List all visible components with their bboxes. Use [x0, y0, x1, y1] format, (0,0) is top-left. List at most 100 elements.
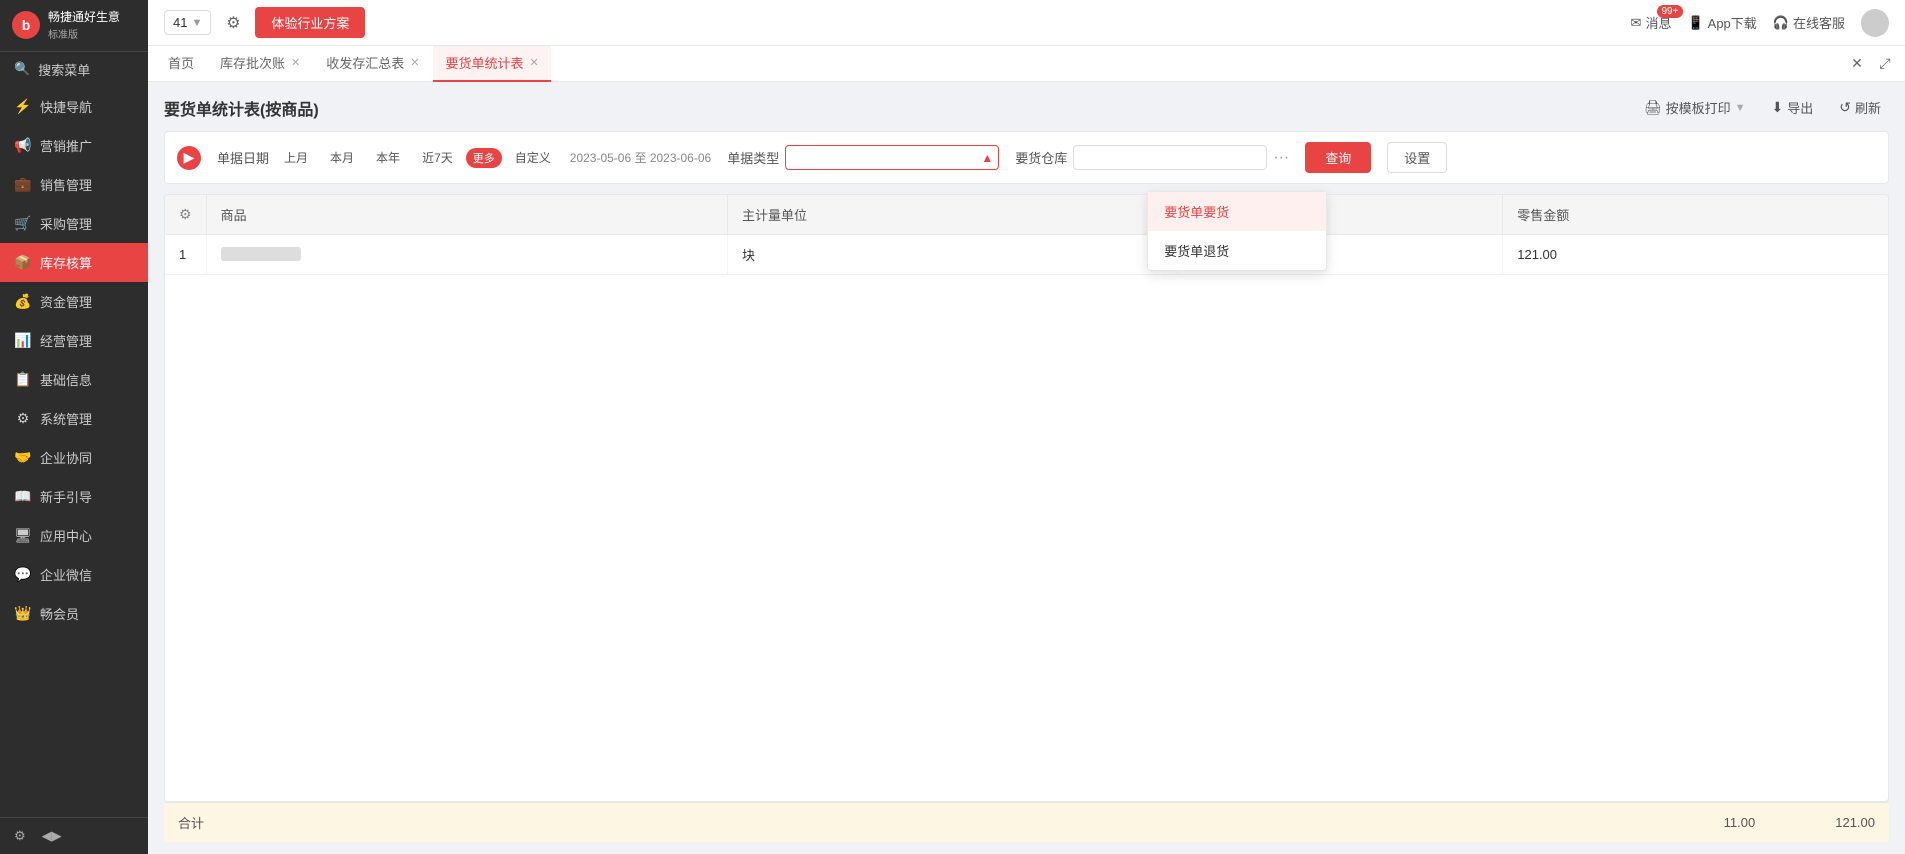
sidebar-item-marketing[interactable]: 📢 营销推广 [0, 126, 148, 165]
type-filter-input[interactable] [785, 145, 999, 170]
print-button[interactable]: 🖨 按模板打印 ▼ [1636, 94, 1754, 121]
print-chevron-icon: ▼ [1735, 102, 1746, 114]
col-unit: 主计量单位 [728, 195, 1178, 235]
sidebar-bottom[interactable]: ⚙ ◀▶ [0, 817, 148, 854]
logo-icon: b [12, 11, 40, 39]
tab-close-all-button[interactable]: ✕ [1845, 52, 1869, 76]
warehouse-filter-group: 要货仓库 ··· [1015, 145, 1289, 170]
sidebar-logo: b 畅捷通好生意 标准版 [0, 0, 148, 52]
export-label: 导出 [1787, 98, 1813, 117]
type-filter-chevron-icon[interactable]: ▲ [981, 151, 993, 165]
sidebar-item-label: 销售管理 [40, 175, 92, 194]
sidebar-item-appstore[interactable]: 🖥 应用中心 [0, 516, 148, 555]
sales-icon: 💼 [14, 176, 32, 193]
header-right: ✉ 消息 99+ 📱 App下载 🎧 在线客服 [1631, 9, 1889, 37]
row-unit: 块 [728, 235, 1178, 275]
company-selector-value: 41 [173, 15, 187, 30]
sidebar-item-label: 系统管理 [40, 409, 92, 428]
print-icon: 🖨 [1644, 99, 1662, 116]
tab-order-stats-close[interactable]: ✕ [530, 56, 539, 69]
inventory-icon: 📦 [14, 254, 32, 271]
table-header-row: ⚙ 商品 主计量单位 主数量 零售金额 [165, 195, 1888, 235]
dropdown-item-requisition[interactable]: 要货单要货 [1148, 192, 1326, 231]
warehouse-filter-label: 要货仓库 [1015, 148, 1067, 167]
main-content: 41 ▼ ⚙ 体验行业方案 ✉ 消息 99+ 📱 App下载 🎧 在线客服 [148, 0, 1905, 854]
phone-icon: 📱 [1687, 15, 1703, 31]
tab-inventory-batch[interactable]: 库存批次账 ✕ [208, 46, 312, 82]
sidebar-item-label: 采购管理 [40, 214, 92, 233]
sidebar-item-basic-info[interactable]: 📋 基础信息 [0, 360, 148, 399]
app-download-button[interactable]: 📱 App下载 [1687, 13, 1756, 32]
tab-expand-button[interactable]: ⤢ [1873, 52, 1897, 76]
sidebar-item-shortcuts[interactable]: ⚡ 快捷导航 [0, 87, 148, 126]
settings-button[interactable]: 设置 [1387, 142, 1447, 173]
footer-amount-value: 121.00 [1835, 815, 1875, 830]
enterprise-icon: 🤝 [14, 449, 32, 466]
warehouse-more-icon[interactable]: ··· [1273, 149, 1289, 167]
col-amount: 零售金额 [1503, 195, 1888, 235]
refresh-button[interactable]: ↺ 刷新 [1831, 94, 1889, 121]
chevron-down-icon: ▼ [191, 17, 202, 29]
warehouse-filter-input[interactable] [1073, 145, 1267, 170]
collapse-icon[interactable]: ◀▶ [42, 828, 62, 844]
sidebar-item-operations[interactable]: 📊 经营管理 [0, 321, 148, 360]
tab-receipt-summary[interactable]: 收发存汇总表 ✕ [314, 46, 431, 82]
sidebar-item-label: 应用中心 [40, 526, 92, 545]
sidebar-item-search[interactable]: 🔍 搜索菜单 [0, 52, 148, 87]
tab-home[interactable]: 首页 [156, 46, 206, 82]
sidebar-item-label: 库存核算 [40, 253, 92, 272]
page-title: 要货单统计表(按商品) [164, 96, 319, 120]
app-download-label: App下载 [1708, 13, 1757, 32]
app-version: 标准版 [48, 26, 120, 41]
tab-receipt-summary-label: 收发存汇总表 [326, 53, 404, 72]
sidebar-item-wechat[interactable]: 💬 企业微信 [0, 555, 148, 594]
trial-industry-button[interactable]: 体验行业方案 [255, 7, 365, 38]
table-footer: 合计 11.00 121.00 [164, 802, 1889, 842]
data-table-container: ⚙ 商品 主计量单位 主数量 零售金额 1 块 [164, 194, 1889, 802]
sidebar: b 畅捷通好生意 标准版 🔍 搜索菜单 ⚡ 快捷导航 📢 营销推广 💼 销售管理… [0, 0, 148, 854]
page-header-actions: 🖨 按模板打印 ▼ ⬇ 导出 ↺ 刷新 [1636, 94, 1889, 121]
date-btn-this-year[interactable]: 本年 [367, 146, 409, 169]
print-label: 按模板打印 [1666, 98, 1731, 117]
header-gear-button[interactable]: ⚙ [219, 9, 247, 37]
sidebar-item-inventory[interactable]: 📦 库存核算 [0, 243, 148, 282]
product-blurred [221, 247, 301, 261]
operations-icon: 📊 [14, 332, 32, 349]
sidebar-item-purchase[interactable]: 🛒 采购管理 [0, 204, 148, 243]
date-buttons: 上月 本月 本年 近7天 更多 自定义 [275, 146, 560, 169]
service-icon: 🎧 [1773, 15, 1789, 31]
date-btn-custom[interactable]: 自定义 [506, 146, 560, 169]
footer-quantity-value: 11.00 [1724, 815, 1756, 830]
export-button[interactable]: ⬇ 导出 [1764, 94, 1822, 121]
date-btn-more[interactable]: 更多 [466, 148, 502, 168]
settings-icon[interactable]: ⚙ [14, 828, 26, 844]
filter-expand-button[interactable]: ▶ [177, 146, 201, 170]
user-avatar[interactable] [1861, 9, 1889, 37]
dropdown-item-return[interactable]: 要货单退货 [1148, 231, 1326, 270]
message-icon: ✉ [1631, 15, 1642, 31]
sidebar-item-system[interactable]: ⚙ 系统管理 [0, 399, 148, 438]
shortcut-icon: ⚡ [14, 98, 32, 115]
date-filter-group: 单据日期 上月 本月 本年 近7天 更多 自定义 2023-05-06 至 20… [217, 146, 711, 169]
sidebar-item-guide[interactable]: 📖 新手引导 [0, 477, 148, 516]
finance-icon: 💰 [14, 293, 32, 310]
online-service-label: 在线客服 [1793, 13, 1845, 32]
column-settings-icon[interactable]: ⚙ [179, 206, 192, 222]
tab-inventory-batch-close[interactable]: ✕ [291, 56, 300, 69]
tab-receipt-summary-close[interactable]: ✕ [410, 56, 419, 69]
sidebar-item-finance[interactable]: 💰 资金管理 [0, 282, 148, 321]
refresh-icon: ↺ [1839, 99, 1851, 116]
date-btn-last-7-days[interactable]: 近7天 [413, 146, 462, 169]
tab-order-stats[interactable]: 要货单统计表 ✕ [433, 46, 550, 82]
query-button[interactable]: 查询 [1305, 142, 1371, 173]
date-btn-prev-month[interactable]: 上月 [275, 146, 317, 169]
sidebar-item-sales[interactable]: 💼 销售管理 [0, 165, 148, 204]
online-service-button[interactable]: 🎧 在线客服 [1773, 13, 1845, 32]
sidebar-item-enterprise[interactable]: 🤝 企业协同 [0, 438, 148, 477]
company-selector[interactable]: 41 ▼ [164, 10, 211, 35]
messages-button[interactable]: ✉ 消息 99+ [1631, 13, 1672, 32]
date-btn-this-month[interactable]: 本月 [321, 146, 363, 169]
type-filter-label: 单据类型 [727, 148, 779, 167]
sidebar-item-membership[interactable]: 👑 畅会员 [0, 594, 148, 633]
sidebar-item-label: 营销推广 [40, 136, 92, 155]
